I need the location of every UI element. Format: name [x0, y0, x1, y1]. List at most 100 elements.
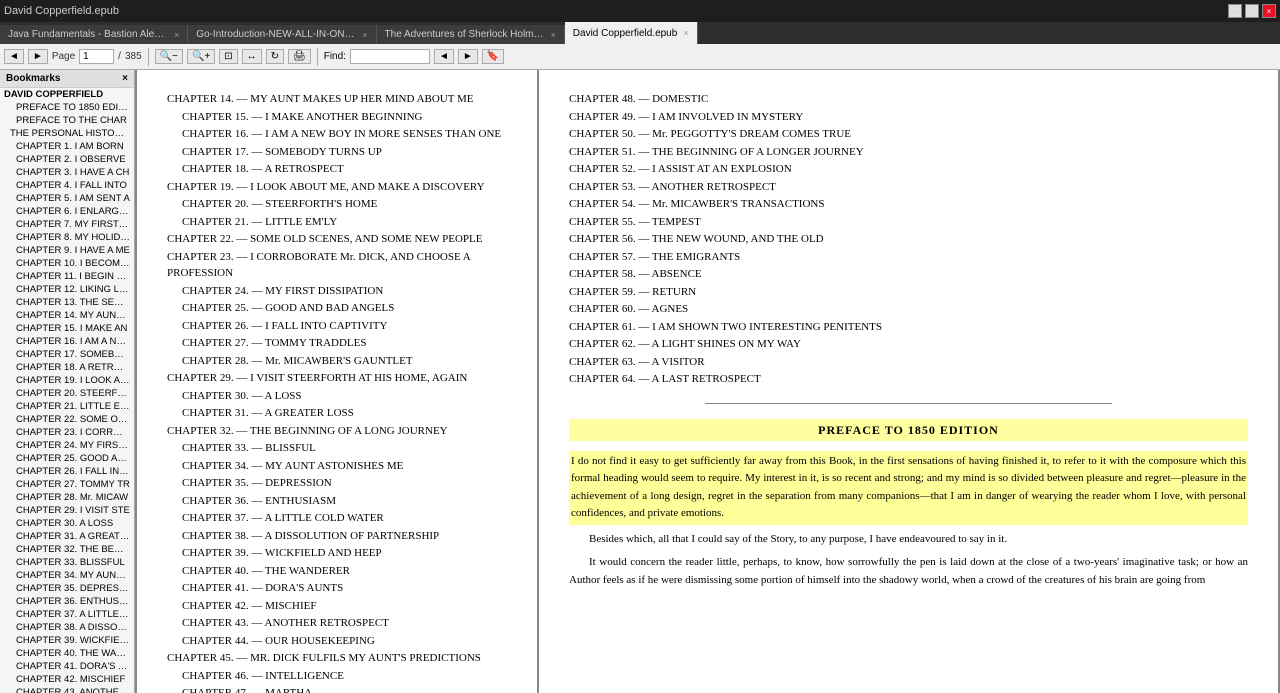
sidebar-item-29[interactable]: CHAPTER 26. I FALL INTC	[0, 465, 134, 478]
maximize-button[interactable]: □	[1245, 4, 1259, 18]
sidebar-item-26[interactable]: CHAPTER 23. I CORROBO	[0, 426, 134, 439]
preface-title: PREFACE TO 1850 EDITION	[569, 419, 1248, 441]
sidebar-item-11[interactable]: CHAPTER 8. MY HOLIDAY	[0, 231, 134, 244]
sidebar-item-7[interactable]: CHAPTER 4. I FALL INTO	[0, 179, 134, 192]
find-input[interactable]	[350, 49, 430, 64]
sidebar-item-15[interactable]: CHAPTER 12. LIKING LIFE	[0, 283, 134, 296]
left-toc-entry-4: CHAPTER 18. — A RETROSPECT	[167, 161, 507, 178]
sidebar-item-5[interactable]: CHAPTER 2. I OBSERVE	[0, 153, 134, 166]
right-page[interactable]: CHAPTER 48. — DOMESTICCHAPTER 49. — I AM…	[539, 70, 1278, 693]
sidebar-item-22[interactable]: CHAPTER 19. I LOOK ABC	[0, 374, 134, 387]
back-button[interactable]: ◄	[4, 49, 24, 64]
tab-java[interactable]: Java Fundamentals - Bastion Alearc.epub …	[0, 25, 188, 44]
sidebar-item-1[interactable]: PREFACE TO 1850 EDITIO	[0, 101, 134, 114]
tab-david[interactable]: David Copperfield.epub ×	[565, 22, 698, 44]
sidebar-close-icon[interactable]: ×	[122, 73, 128, 84]
tab-go-close[interactable]: ×	[362, 30, 367, 40]
sidebar-item-32[interactable]: CHAPTER 29. I VISIT STE	[0, 504, 134, 517]
sidebar-item-34[interactable]: CHAPTER 31. A GREATER	[0, 530, 134, 543]
sidebar-item-45[interactable]: CHAPTER 42. MISCHIEF	[0, 673, 134, 686]
left-toc-entry-9: CHAPTER 23. — I CORROBORATE Mr. DICK, AN…	[167, 249, 507, 282]
sidebar-item-6[interactable]: CHAPTER 3. I HAVE A CH	[0, 166, 134, 179]
sidebar-item-41[interactable]: CHAPTER 38. A DISSOLUT	[0, 621, 134, 634]
sidebar-item-23[interactable]: CHAPTER 20. STEERFORTH	[0, 387, 134, 400]
preface-text: I do not find it easy to get sufficientl…	[569, 451, 1248, 590]
find-label: Find:	[324, 51, 346, 62]
sidebar-item-12[interactable]: CHAPTER 9. I HAVE A ME	[0, 244, 134, 257]
sidebar-item-44[interactable]: CHAPTER 41. DORA'S AU	[0, 660, 134, 673]
fit-width-button[interactable]: ↔	[242, 49, 262, 64]
left-toc-entry-26: CHAPTER 40. — THE WANDERER	[167, 563, 507, 580]
forward-button[interactable]: ►	[28, 49, 48, 64]
sidebar-item-46[interactable]: CHAPTER 43. ANOTHER R	[0, 686, 134, 693]
rotate-button[interactable]: ↻	[266, 49, 284, 64]
right-toc-entry-10: CHAPTER 58. — ABSENCE	[569, 266, 1248, 283]
toolbar-sep2	[317, 48, 318, 66]
page-input[interactable]	[79, 49, 114, 64]
tab-sherlock[interactable]: The Adventures of Sherlock Holmes.epub ×	[377, 25, 565, 44]
preface-para-1: Besides which, all that I could say of t…	[569, 531, 1248, 549]
left-toc-entry-7: CHAPTER 21. — LITTLE EM'LY	[167, 214, 507, 231]
right-toc-entry-14: CHAPTER 62. — A LIGHT SHINES ON MY WAY	[569, 336, 1248, 353]
sidebar-item-27[interactable]: CHAPTER 24. MY FIRST D	[0, 439, 134, 452]
sidebar-item-30[interactable]: CHAPTER 27. TOMMY TR	[0, 478, 134, 491]
zoom-out-button[interactable]: 🔍−	[155, 49, 183, 64]
left-toc-entry-20: CHAPTER 34. — MY AUNT ASTONISHES ME	[167, 458, 507, 475]
fit-page-button[interactable]: ⊡	[219, 49, 237, 64]
left-toc-entry-27: CHAPTER 41. — DORA'S AUNTS	[167, 580, 507, 597]
nav-prev-button[interactable]: ◄	[434, 49, 454, 64]
sidebar-item-0[interactable]: DAVID COPPERFIELD	[0, 88, 134, 101]
left-toc-entry-6: CHAPTER 20. — STEERFORTH'S HOME	[167, 196, 507, 213]
close-button[interactable]: ×	[1262, 4, 1276, 18]
sidebar-item-4[interactable]: CHAPTER 1. I AM BORN	[0, 140, 134, 153]
sidebar-item-38[interactable]: CHAPTER 35. DEPRESSIOI	[0, 582, 134, 595]
sidebar-item-20[interactable]: CHAPTER 17. SOMEBODY	[0, 348, 134, 361]
tab-java-close[interactable]: ×	[174, 30, 179, 40]
sidebar-item-17[interactable]: CHAPTER 14. MY AUNT M	[0, 309, 134, 322]
sidebar-item-40[interactable]: CHAPTER 37. A LITTLE CO	[0, 608, 134, 621]
tab-go[interactable]: Go-Introduction-NEW-ALL-IN-ONE-PLANS.asp…	[188, 25, 376, 44]
sidebar-item-19[interactable]: CHAPTER 16. I AM A NEW	[0, 335, 134, 348]
sidebar-item-42[interactable]: CHAPTER 39. WICKFIELD	[0, 634, 134, 647]
left-toc-entry-16: CHAPTER 30. — A LOSS	[167, 388, 507, 405]
sidebar-item-24[interactable]: CHAPTER 21. LITTLE EM'L	[0, 400, 134, 413]
sidebar-item-28[interactable]: CHAPTER 25. GOOD AND	[0, 452, 134, 465]
sidebar-item-16[interactable]: CHAPTER 13. THE SEQUE	[0, 296, 134, 309]
sidebar-item-14[interactable]: CHAPTER 11. I BEGIN LIFE	[0, 270, 134, 283]
section-divider	[705, 403, 1112, 404]
tab-sherlock-close[interactable]: ×	[551, 30, 556, 40]
sidebar-item-2[interactable]: PREFACE TO THE CHAR	[0, 114, 134, 127]
sidebar-item-43[interactable]: CHAPTER 40. THE WAND	[0, 647, 134, 660]
left-page[interactable]: CHAPTER 14. — MY AUNT MAKES UP HER MIND …	[137, 70, 537, 693]
sidebar-item-35[interactable]: CHAPTER 32. THE BEGINI	[0, 543, 134, 556]
bookmark-button[interactable]: 🔖	[482, 49, 504, 64]
sidebar-item-39[interactable]: CHAPTER 36. ENTHUSIAS	[0, 595, 134, 608]
sidebar-items: DAVID COPPERFIELDPREFACE TO 1850 EDITIOP…	[0, 88, 134, 693]
right-toc-entry-13: CHAPTER 61. — I AM SHOWN TWO INTERESTING…	[569, 319, 1248, 336]
page-separator: /	[118, 51, 121, 62]
sidebar-item-36[interactable]: CHAPTER 33. BLISSFUL	[0, 556, 134, 569]
sidebar-item-31[interactable]: CHAPTER 28. Mr. MICAW	[0, 491, 134, 504]
sidebar-item-21[interactable]: CHAPTER 18. A RETROSPE	[0, 361, 134, 374]
right-toc-entry-3: CHAPTER 51. — THE BEGINNING OF A LONGER …	[569, 144, 1248, 161]
left-toc-entry-28: CHAPTER 42. — MISCHIEF	[167, 598, 507, 615]
right-toc-entry-2: CHAPTER 50. — Mr. PEGGOTTY'S DREAM COMES…	[569, 126, 1248, 143]
print-button[interactable]: 🖨	[288, 49, 311, 64]
nav-next-button[interactable]: ►	[458, 49, 478, 64]
sidebar-item-8[interactable]: CHAPTER 5. I AM SENT A	[0, 192, 134, 205]
tab-bar: Java Fundamentals - Bastion Alearc.epub …	[0, 22, 1280, 44]
right-toc-entry-8: CHAPTER 56. — THE NEW WOUND, AND THE OLD	[569, 231, 1248, 248]
zoom-in-button[interactable]: 🔍+	[187, 49, 215, 64]
sidebar-item-33[interactable]: CHAPTER 30. A LOSS	[0, 517, 134, 530]
right-toc-entry-12: CHAPTER 60. — AGNES	[569, 301, 1248, 318]
sidebar-item-13[interactable]: CHAPTER 10. I BECOME P	[0, 257, 134, 270]
sidebar-item-10[interactable]: CHAPTER 7. MY FIRST H.	[0, 218, 134, 231]
sidebar-item-18[interactable]: CHAPTER 15. I MAKE AN	[0, 322, 134, 335]
sidebar-item-25[interactable]: CHAPTER 22. SOME OLD	[0, 413, 134, 426]
minimize-button[interactable]: —	[1228, 4, 1242, 18]
sidebar-item-3[interactable]: THE PERSONAL HISTORY AN	[0, 127, 134, 140]
sidebar-item-9[interactable]: CHAPTER 6. I ENLARGE M	[0, 205, 134, 218]
window-controls[interactable]: — □ ×	[1228, 4, 1276, 18]
sidebar-item-37[interactable]: CHAPTER 34. MY AUNT A	[0, 569, 134, 582]
tab-david-close[interactable]: ×	[683, 28, 688, 38]
